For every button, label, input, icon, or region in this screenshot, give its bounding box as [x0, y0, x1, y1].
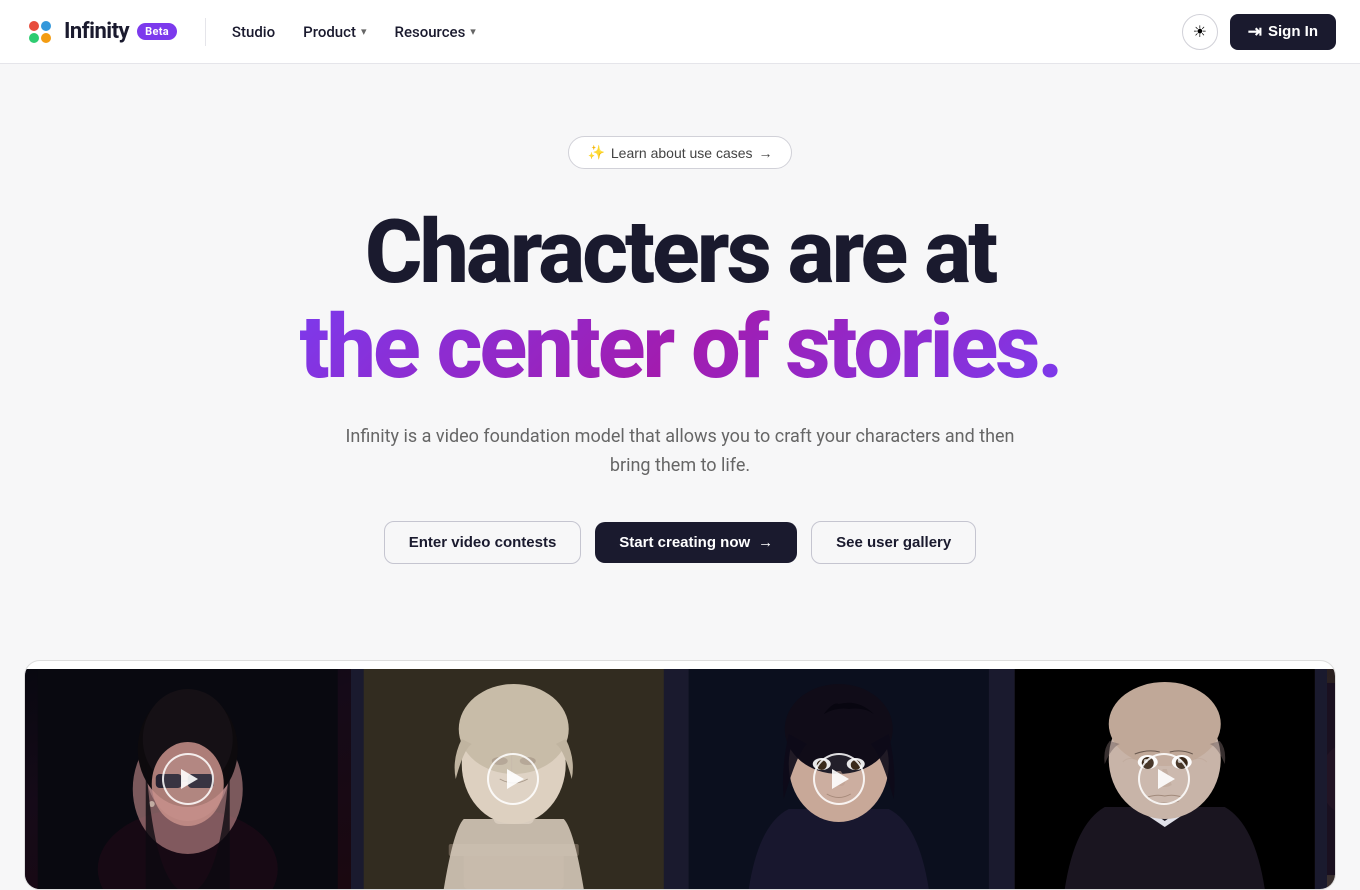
hero-buttons: Enter video contests Start creating now …: [384, 521, 976, 564]
resources-label: Resources: [395, 23, 466, 41]
card2-play-button[interactable]: [487, 753, 539, 805]
sign-in-label: Sign In: [1268, 23, 1318, 40]
user-gallery-button[interactable]: See user gallery: [811, 521, 976, 564]
nav-product[interactable]: Product ▾: [293, 17, 376, 47]
play-triangle-icon-2: [507, 769, 524, 789]
play-triangle-icon: [181, 769, 198, 789]
hero-title-line1: Characters are at: [300, 205, 1061, 300]
play-triangle-icon-3: [832, 769, 849, 789]
card4-play-button[interactable]: [1138, 753, 1190, 805]
gallery-container: [24, 660, 1336, 890]
studio-label: Studio: [232, 23, 275, 41]
product-label: Product: [303, 23, 356, 41]
sign-in-button[interactable]: ⇥ Sign In: [1230, 14, 1336, 50]
theme-toggle-button[interactable]: ☀: [1182, 14, 1218, 50]
nav-actions: ☀ ⇥ Sign In: [1182, 14, 1336, 50]
nav-divider: [205, 18, 206, 46]
logo-icon: [24, 16, 56, 48]
brand-name: Infinity: [64, 19, 129, 44]
card4-play-overlay: [1002, 669, 1328, 889]
hero-section: ✨ Learn about use cases → Characters are…: [0, 64, 1360, 660]
play-triangle-icon-4: [1158, 769, 1175, 789]
product-chevron-icon: ▾: [361, 25, 367, 38]
resources-chevron-icon: ▾: [470, 25, 476, 38]
gallery-card-3: [676, 669, 1002, 889]
pill-label: Learn about use cases: [611, 145, 753, 161]
sign-in-icon: ⇥: [1248, 22, 1262, 42]
beta-badge: Beta: [137, 23, 177, 40]
start-creating-button[interactable]: Start creating now →: [595, 522, 797, 563]
gallery-card-1: [25, 669, 351, 889]
card1-play-overlay: [25, 669, 351, 889]
pill-arrow-icon: →: [759, 145, 773, 161]
navigation: Infinity Beta Studio Product ▾ Resources…: [0, 0, 1360, 64]
gallery-scroll: [25, 669, 1335, 889]
sun-icon: ☀: [1193, 22, 1207, 42]
use-cases-pill[interactable]: ✨ Learn about use cases →: [568, 136, 791, 169]
gallery-card-2: [351, 669, 677, 889]
video-gallery-wrapper: [0, 660, 1360, 890]
hero-subtitle: Infinity is a video foundation model tha…: [340, 423, 1020, 481]
start-arrow-icon: →: [758, 534, 773, 551]
gallery-card-4: [1002, 669, 1328, 889]
hero-title: Characters are at the center of stories.: [300, 205, 1061, 395]
card3-play-button[interactable]: [813, 753, 865, 805]
logo-link[interactable]: Infinity Beta: [24, 16, 177, 48]
nav-resources[interactable]: Resources ▾: [385, 17, 486, 47]
card1-play-button[interactable]: [162, 753, 214, 805]
hero-title-line2: the center of stories.: [300, 300, 1061, 395]
start-creating-label: Start creating now: [619, 534, 750, 551]
enter-contests-button[interactable]: Enter video contests: [384, 521, 582, 564]
card2-play-overlay: [351, 669, 677, 889]
nav-studio[interactable]: Studio: [222, 17, 285, 47]
pill-sparkle-icon: ✨: [587, 144, 604, 161]
card3-play-overlay: [676, 669, 1002, 889]
partial-card-svg: [1327, 669, 1335, 889]
gallery-partial-card: [1327, 669, 1335, 889]
